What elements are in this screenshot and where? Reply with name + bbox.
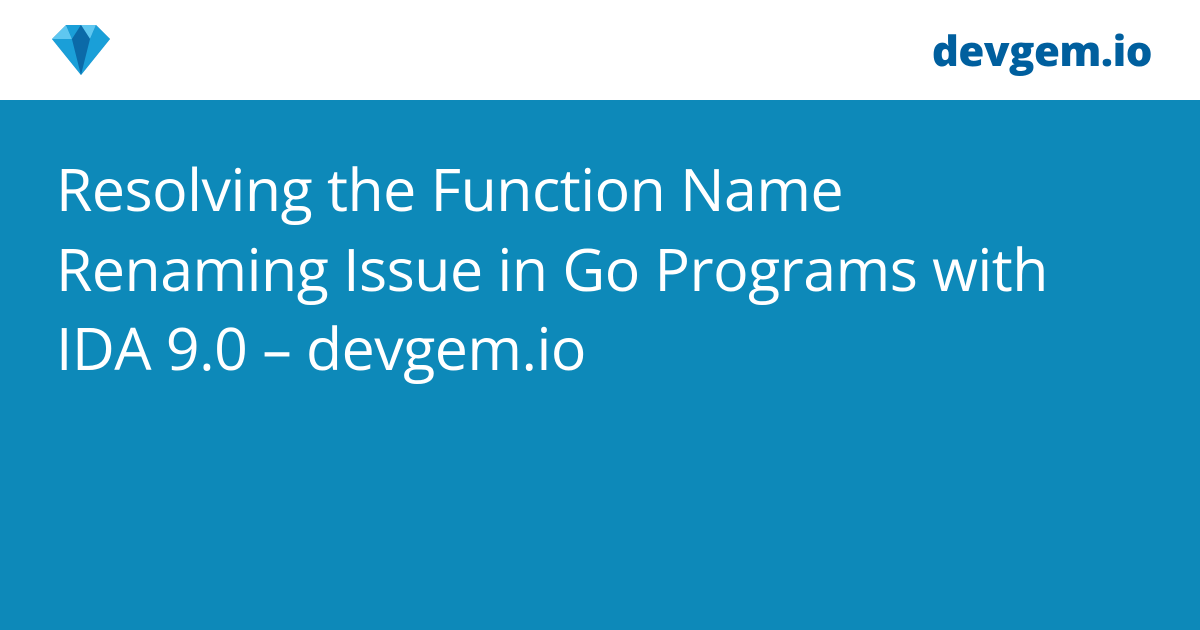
gem-icon [52,21,110,79]
hero-banner: Resolving the Function Name Renaming Iss… [0,100,1200,630]
header: devgem.io [0,0,1200,100]
page-title: Resolving the Function Name Renaming Iss… [56,150,1056,389]
brand-text: devgem.io [932,22,1152,79]
